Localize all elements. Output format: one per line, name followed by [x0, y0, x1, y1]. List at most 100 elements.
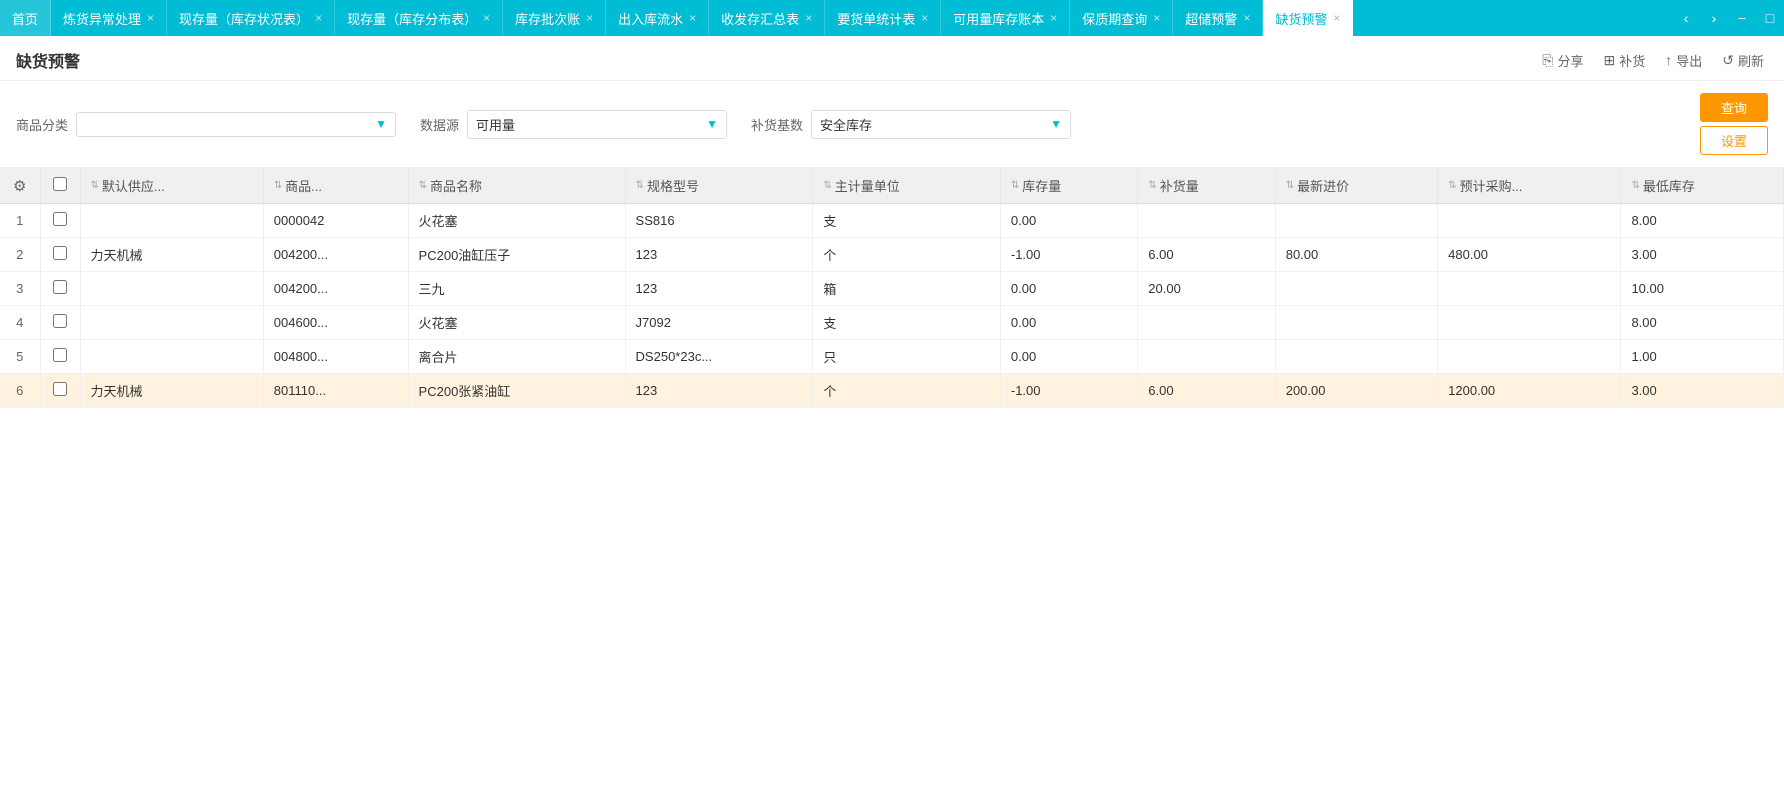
refresh-button[interactable]: ↺ 刷新 — [1718, 49, 1768, 72]
row-checkbox[interactable] — [53, 382, 67, 396]
cell-checkbox[interactable] — [40, 374, 80, 408]
cell-seq: 2 — [0, 238, 40, 272]
row-checkbox[interactable] — [53, 246, 67, 260]
datasource-select[interactable]: 可用量 ▼ — [467, 110, 727, 139]
cell-unit: 个 — [813, 238, 1000, 272]
cell-stock: -1.00 — [1000, 374, 1137, 408]
tab-4[interactable]: 库存批次账 × — [503, 0, 606, 36]
cell-unit: 箱 — [813, 272, 1000, 306]
sort-icon-name: ⇅ — [419, 180, 427, 191]
tab-next-button[interactable]: › — [1700, 0, 1728, 36]
tab-5[interactable]: 出入库流水 × — [606, 0, 709, 36]
cell-supplier — [80, 204, 263, 238]
filter-replenish-group: 补货基数 安全库存 ▼ — [751, 110, 1071, 139]
share-button[interactable]: ⎘ 分享 — [1538, 49, 1587, 72]
cell-replenish-qty: 6.00 — [1138, 238, 1275, 272]
tab-10[interactable]: 超储预警 × — [1173, 0, 1263, 36]
cell-stock: 0.00 — [1000, 306, 1137, 340]
table-row: 1 0000042 火花塞 SS816 支 0.00 8.00 — [0, 204, 1784, 238]
close-tab-4[interactable]: × — [586, 11, 593, 25]
cell-stock: 0.00 — [1000, 204, 1137, 238]
cell-seq: 5 — [0, 340, 40, 374]
col-spec: ⇅ 规格型号 — [625, 168, 813, 204]
col-estimated: ⇅ 预计采购... — [1438, 168, 1621, 204]
cell-checkbox[interactable] — [40, 204, 80, 238]
cell-checkbox[interactable] — [40, 238, 80, 272]
cell-checkbox[interactable] — [40, 272, 80, 306]
cell-min-stock: 8.00 — [1621, 306, 1784, 340]
close-tab-1[interactable]: × — [147, 11, 154, 25]
cell-product-code: 801110... — [263, 374, 408, 408]
cell-spec: 123 — [625, 238, 813, 272]
sort-icon-unit: ⇅ — [823, 180, 831, 191]
cell-latest-price: 80.00 — [1275, 238, 1437, 272]
col-min-stock: ⇅ 最低库存 — [1621, 168, 1784, 204]
gear-icon[interactable]: ⚙ — [13, 177, 26, 195]
replenish-icon: ⊞ — [1603, 52, 1615, 69]
cell-product-name: PC200油缸压子 — [408, 238, 625, 272]
tab-7[interactable]: 要货单统计表 × — [825, 0, 941, 36]
sort-icon-estimated: ⇅ — [1448, 180, 1456, 191]
cell-seq: 4 — [0, 306, 40, 340]
filter-area: 商品分类 ▼ 数据源 可用量 ▼ 补货基数 安全库存 ▼ 查询 设置 — [0, 81, 1784, 168]
col-supplier: ⇅ 默认供应... — [80, 168, 263, 204]
export-button[interactable]: ↑ 导出 — [1661, 49, 1706, 72]
col-replenish-qty: ⇅ 补货量 — [1138, 168, 1275, 204]
col-latest-price: ⇅ 最新进价 — [1275, 168, 1437, 204]
category-select[interactable]: ▼ — [76, 112, 396, 137]
cell-min-stock: 1.00 — [1621, 340, 1784, 374]
sort-icon-stock: ⇅ — [1011, 180, 1019, 191]
row-checkbox[interactable] — [53, 348, 67, 362]
page-content: 缺货预警 ⎘ 分享 ⊞ 补货 ↑ 导出 ↺ 刷新 商品分类 — [0, 36, 1784, 796]
category-label: 商品分类 — [16, 115, 68, 134]
tab-prev-button[interactable]: ‹ — [1672, 0, 1700, 36]
cell-estimated: 1200.00 — [1438, 374, 1621, 408]
cell-latest-price — [1275, 272, 1437, 306]
query-button[interactable]: 查询 — [1700, 93, 1768, 122]
cell-unit: 支 — [813, 306, 1000, 340]
page-title: 缺货预警 — [16, 48, 80, 72]
replenish-select[interactable]: 安全库存 ▼ — [811, 110, 1071, 139]
settings-button[interactable]: 设置 — [1700, 126, 1768, 155]
cell-product-name: 三九 — [408, 272, 625, 306]
close-tab-3[interactable]: × — [483, 11, 490, 25]
tab-1[interactable]: 炼货异常处理 × — [51, 0, 167, 36]
col-product-code: ⇅ 商品... — [263, 168, 408, 204]
tab-2[interactable]: 现存量（库存状况表） × — [167, 0, 335, 36]
replenish-button[interactable]: ⊞ 补货 — [1599, 49, 1649, 72]
tab-6[interactable]: 收发存汇总表 × — [709, 0, 825, 36]
cell-checkbox[interactable] — [40, 340, 80, 374]
select-all-checkbox[interactable] — [53, 177, 67, 191]
cell-estimated — [1438, 306, 1621, 340]
cell-product-name: PC200张紧油缸 — [408, 374, 625, 408]
cell-stock: 0.00 — [1000, 340, 1137, 374]
row-checkbox[interactable] — [53, 280, 67, 294]
cell-min-stock: 8.00 — [1621, 204, 1784, 238]
page-header: 缺货预警 ⎘ 分享 ⊞ 补货 ↑ 导出 ↺ 刷新 — [0, 36, 1784, 81]
tab-maximize-button[interactable]: □ — [1756, 0, 1784, 36]
datasource-select-arrow-icon: ▼ — [706, 117, 718, 131]
close-tab-7[interactable]: × — [921, 11, 928, 25]
cell-replenish-qty — [1138, 204, 1275, 238]
close-tab-8[interactable]: × — [1050, 11, 1057, 25]
close-tab-11[interactable]: × — [1333, 11, 1340, 25]
close-tab-10[interactable]: × — [1243, 11, 1250, 25]
close-tab-2[interactable]: × — [315, 11, 322, 25]
cell-latest-price — [1275, 204, 1437, 238]
tab-3[interactable]: 现存量（库存分布表） × — [335, 0, 503, 36]
cell-product-code: 004600... — [263, 306, 408, 340]
tab-9[interactable]: 保质期查询 × — [1070, 0, 1173, 36]
row-checkbox[interactable] — [53, 314, 67, 328]
cell-product-code: 004200... — [263, 272, 408, 306]
tab-8[interactable]: 可用量库存账本 × — [941, 0, 1070, 36]
cell-checkbox[interactable] — [40, 306, 80, 340]
tab-home[interactable]: 首页 — [0, 0, 51, 36]
close-tab-9[interactable]: × — [1153, 11, 1160, 25]
close-tab-5[interactable]: × — [689, 11, 696, 25]
close-tab-6[interactable]: × — [805, 11, 812, 25]
cell-supplier: 力天机械 — [80, 238, 263, 272]
tab-minimize-button[interactable]: − — [1728, 0, 1756, 36]
cell-latest-price — [1275, 306, 1437, 340]
row-checkbox[interactable] — [53, 212, 67, 226]
tab-11[interactable]: 缺货预警 × — [1263, 0, 1353, 36]
